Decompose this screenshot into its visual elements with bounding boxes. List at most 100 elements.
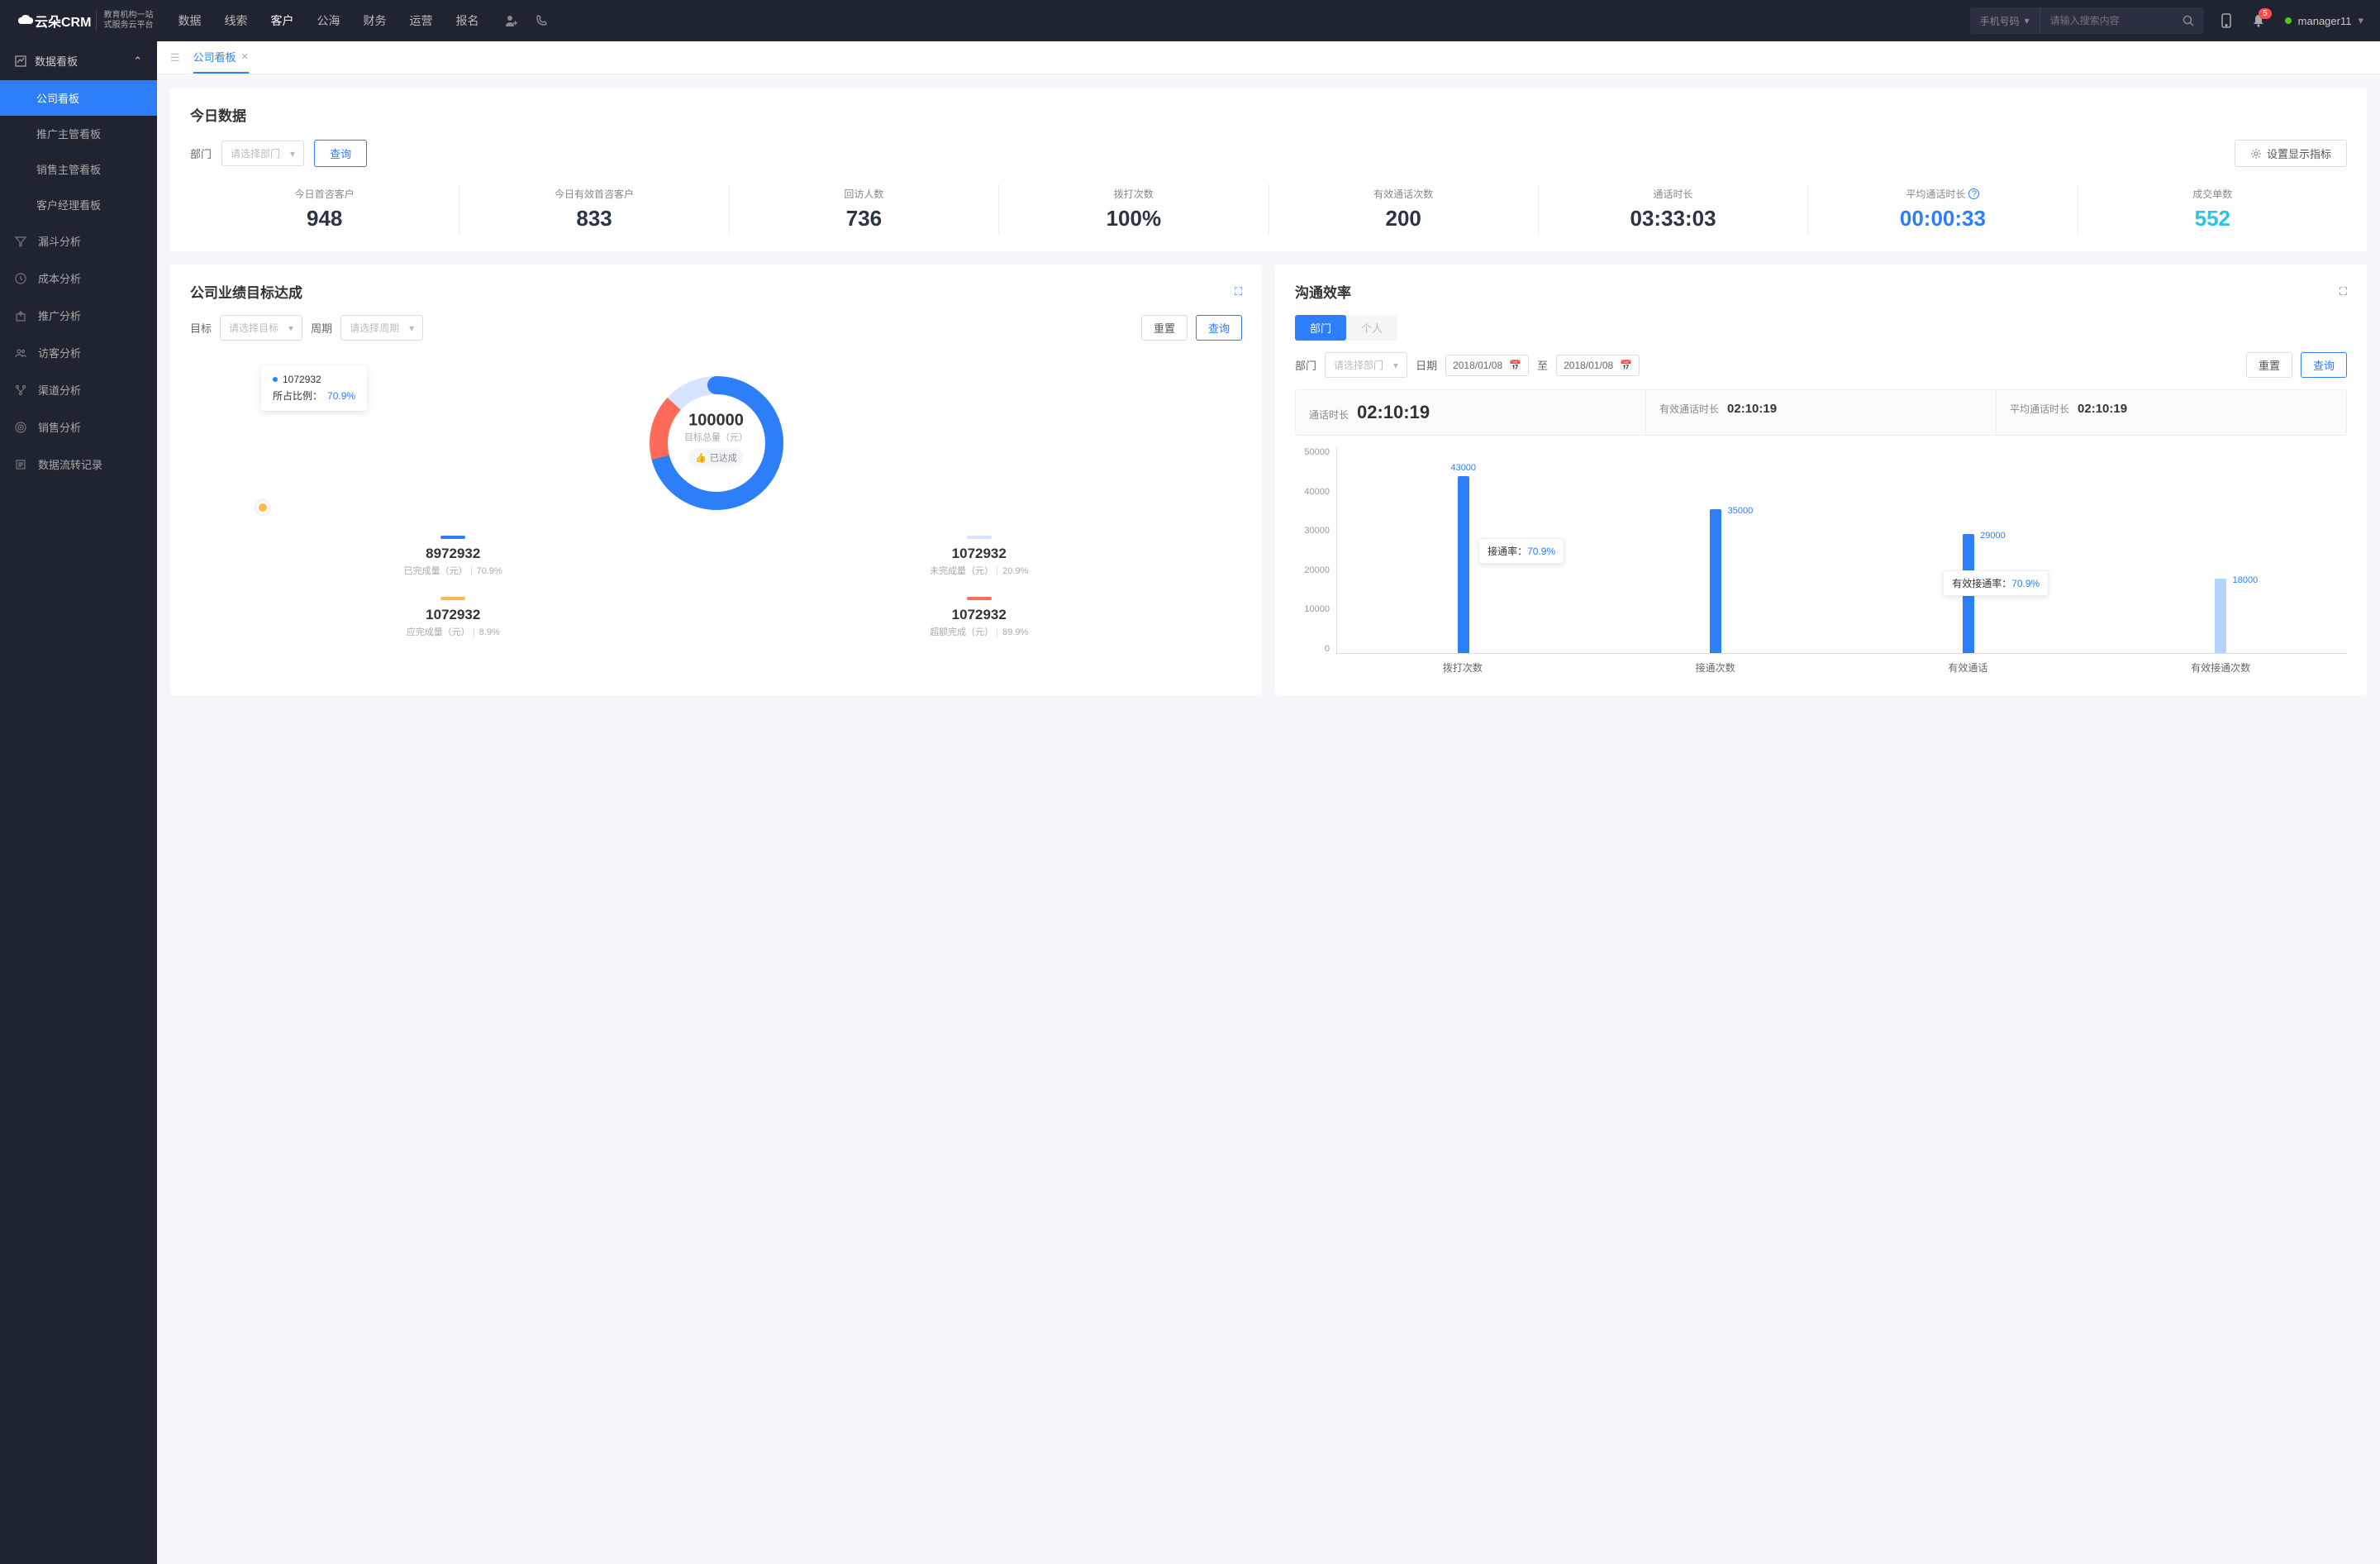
hamburger-icon[interactable]: ☰: [170, 51, 180, 64]
nav-ops[interactable]: 运营: [409, 12, 432, 29]
bar-value-label: 43000: [1450, 463, 1476, 473]
donut-center-value: 100000: [684, 412, 748, 431]
date-from-input[interactable]: 2018/01/08📅: [1445, 355, 1529, 376]
settings-metrics-button[interactable]: 设置显示指标: [2235, 140, 2347, 167]
comm-dept-select[interactable]: 请选择部门▾: [1325, 352, 1407, 378]
gear-icon: [2250, 148, 2262, 160]
dept-select[interactable]: 请选择部门▾: [221, 141, 304, 166]
target-select[interactable]: 请选择目标▾: [220, 315, 302, 341]
metric-item: 通话时长 03:33:03: [1539, 184, 1808, 235]
metric-item: 今日首咨客户948: [190, 184, 459, 235]
metric-item: 拨打次数100%: [999, 184, 1269, 235]
comm-title: 沟通效率: [1295, 281, 1351, 302]
sidebar-item-funnel[interactable]: 漏斗分析: [0, 222, 157, 260]
logo-mark: 云朵CRM: [17, 11, 91, 31]
x-tick: 接通次数: [1589, 654, 1842, 679]
nav-lead[interactable]: 线索: [224, 12, 247, 29]
period-select[interactable]: 请选择周期▾: [340, 315, 423, 341]
tab-dept[interactable]: 部门: [1295, 315, 1346, 341]
top-nav: 数据 线索 客户 公海 财务 运营 报名: [178, 12, 478, 29]
donut-chart: 100000 目标总量（元） 👍已达成 1072932 所占比例：70.9%: [190, 352, 1242, 526]
expand-icon[interactable]: ⛶: [1235, 285, 1242, 298]
chevron-down-icon: ▾: [288, 322, 293, 334]
metric-value: 03:33:03: [1539, 206, 1807, 231]
nav-pool[interactable]: 公海: [317, 12, 340, 29]
bar[interactable]: 43000: [1458, 476, 1469, 653]
search-mode-select[interactable]: 手机号码 ▾: [1970, 7, 2040, 34]
sidebar-item-promo[interactable]: 推广分析: [0, 297, 157, 334]
query-button[interactable]: 查询: [1196, 315, 1242, 341]
bar-group: 29000: [1842, 447, 2095, 653]
expand-icon[interactable]: ⛶: [2340, 285, 2347, 298]
flow-icon: [15, 459, 28, 470]
phone-icon[interactable]: [535, 13, 550, 28]
bar-value-label: 18000: [2233, 575, 2259, 585]
sidebar-group-dashboard[interactable]: 数据看板 ⌃: [0, 41, 157, 80]
date-to-input[interactable]: 2018/01/08📅: [1556, 355, 1640, 376]
bar-chart: 50000400003000020000100000 接通率：70.9% 有效接…: [1295, 447, 2347, 679]
y-tick: 50000: [1295, 447, 1336, 457]
mobile-icon[interactable]: [2221, 13, 2232, 28]
query-button[interactable]: 查询: [2301, 352, 2347, 378]
nav-data[interactable]: 数据: [178, 12, 201, 29]
close-icon[interactable]: ✕: [241, 51, 249, 62]
sidebar: 数据看板 ⌃ 公司看板 推广主管看板 销售主管看板 客户经理看板 漏斗分析 成本…: [0, 41, 157, 1564]
reset-button[interactable]: 重置: [2246, 352, 2292, 378]
y-tick: 10000: [1295, 604, 1336, 614]
chevron-down-icon: ▾: [1393, 360, 1398, 371]
sidebar-item-sales[interactable]: 销售分析: [0, 408, 157, 446]
nav-signup[interactable]: 报名: [455, 12, 478, 29]
calendar-icon: 📅: [1620, 360, 1632, 371]
x-tick: 有效通话: [1842, 654, 2095, 679]
sidebar-item-channel[interactable]: 渠道分析: [0, 371, 157, 408]
metric-label: 有效通话次数: [1269, 187, 1538, 201]
metric-value: 00:00:33: [1808, 206, 2077, 231]
dept-label: 部门: [190, 145, 212, 161]
query-button[interactable]: 查询: [314, 140, 367, 167]
add-user-icon[interactable]: [503, 13, 518, 28]
main: ☰ 公司看板 ✕ 今日数据 部门 请选择部门▾ 查询: [157, 41, 2380, 1564]
metric-label: 通话时长: [1539, 187, 1807, 201]
sidebar-item-visitor[interactable]: 访客分析: [0, 334, 157, 371]
info-icon[interactable]: ?: [1968, 188, 1979, 199]
logo[interactable]: 云朵CRM 教育机构一站 式服务云平台: [17, 11, 153, 31]
card-goal: 公司业绩目标达成 ⛶ 目标 请选择目标▾ 周期 请选择周期▾ 重置 查询: [170, 265, 1262, 695]
dot-icon: [273, 377, 278, 382]
metric-value: 100%: [999, 206, 1268, 231]
y-tick: 40000: [1295, 487, 1336, 497]
donut-center-label: 目标总量（元）: [684, 431, 748, 444]
bar[interactable]: 18000: [2215, 579, 2226, 653]
sidebar-item-flow[interactable]: 数据流转记录: [0, 446, 157, 483]
sidebar-group-label: 数据看板: [35, 53, 78, 69]
sidebar-item-sales-board[interactable]: 销售主管看板: [0, 151, 157, 187]
sidebar-item-manager-board[interactable]: 客户经理看板: [0, 187, 157, 222]
sidebar-item-company-board[interactable]: 公司看板: [0, 80, 157, 116]
notifications-icon[interactable]: 5: [2252, 13, 2265, 28]
metric-value: 948: [190, 206, 459, 231]
sidebar-item-promo-board[interactable]: 推广主管看板: [0, 116, 157, 151]
nav-finance[interactable]: 财务: [363, 12, 386, 29]
date-to-label: 至: [1537, 357, 1548, 373]
bar[interactable]: 35000: [1710, 509, 1721, 653]
tab-personal[interactable]: 个人: [1346, 315, 1397, 341]
chevron-down-icon: ▾: [290, 148, 295, 160]
reset-button[interactable]: 重置: [1141, 315, 1188, 341]
search-icon: [2182, 15, 2194, 26]
bar-group: 18000: [2095, 447, 2348, 653]
x-tick: 拨打次数: [1336, 654, 1589, 679]
duration-cell: 有效通话时长02:10:19: [1646, 390, 1997, 435]
channel-icon: [15, 384, 28, 396]
card-today-data: 今日数据 部门 请选择部门▾ 查询 设置显示指标 今日首咨客户948今日有效首咨…: [170, 88, 2367, 251]
target-icon: [15, 422, 28, 433]
y-tick: 0: [1295, 644, 1336, 654]
user-menu[interactable]: manager11 ▾: [2285, 14, 2363, 27]
search-button[interactable]: [2173, 15, 2204, 26]
username: manager11: [2298, 15, 2352, 27]
bar-value-label: 35000: [1728, 506, 1754, 516]
search-input[interactable]: [2040, 15, 2173, 26]
donut-handle: [256, 501, 269, 514]
nav-customer[interactable]: 客户: [270, 12, 293, 29]
search-group: 手机号码 ▾: [1970, 7, 2204, 34]
sidebar-item-cost[interactable]: 成本分析: [0, 260, 157, 297]
tab-company-board[interactable]: 公司看板 ✕: [193, 41, 249, 74]
